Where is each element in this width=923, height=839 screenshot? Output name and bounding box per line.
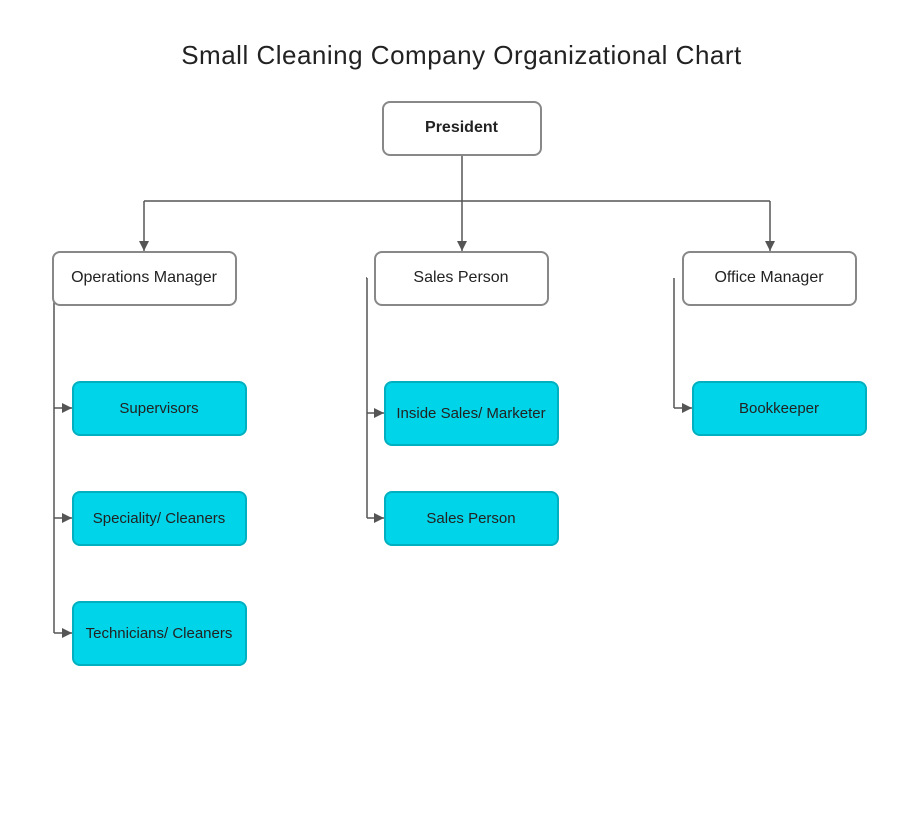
- supervisors-box: Supervisors: [72, 381, 247, 436]
- supervisors-label: Supervisors: [119, 399, 198, 419]
- connectors-svg: [22, 101, 902, 831]
- sales-person-bottom-box: Sales Person: [384, 491, 559, 546]
- inside-sales-label: Inside Sales/ Marketer: [396, 404, 545, 424]
- sales-person-top-box: Sales Person: [374, 251, 549, 306]
- technicians-cleaners-label: Technicians/ Cleaners: [86, 624, 233, 644]
- bookkeeper-box: Bookkeeper: [692, 381, 867, 436]
- technicians-cleaners-box: Technicians/ Cleaners: [72, 601, 247, 666]
- president-box: President: [382, 101, 542, 156]
- office-manager-box: Office Manager: [682, 251, 857, 306]
- sales-person-top-label: Sales Person: [413, 268, 508, 289]
- speciality-cleaners-label: Speciality/ Cleaners: [93, 509, 226, 529]
- speciality-cleaners-box: Speciality/ Cleaners: [72, 491, 247, 546]
- sales-person-bottom-label: Sales Person: [426, 509, 515, 529]
- bookkeeper-label: Bookkeeper: [739, 399, 819, 419]
- office-manager-label: Office Manager: [714, 268, 823, 289]
- ops-manager-label: Operations Manager: [71, 268, 217, 289]
- chart-title: Small Cleaning Company Organizational Ch…: [181, 40, 742, 71]
- org-chart: President Operations Manager Sales Perso…: [22, 101, 902, 831]
- ops-manager-box: Operations Manager: [52, 251, 237, 306]
- president-label: President: [425, 118, 498, 139]
- inside-sales-box: Inside Sales/ Marketer: [384, 381, 559, 446]
